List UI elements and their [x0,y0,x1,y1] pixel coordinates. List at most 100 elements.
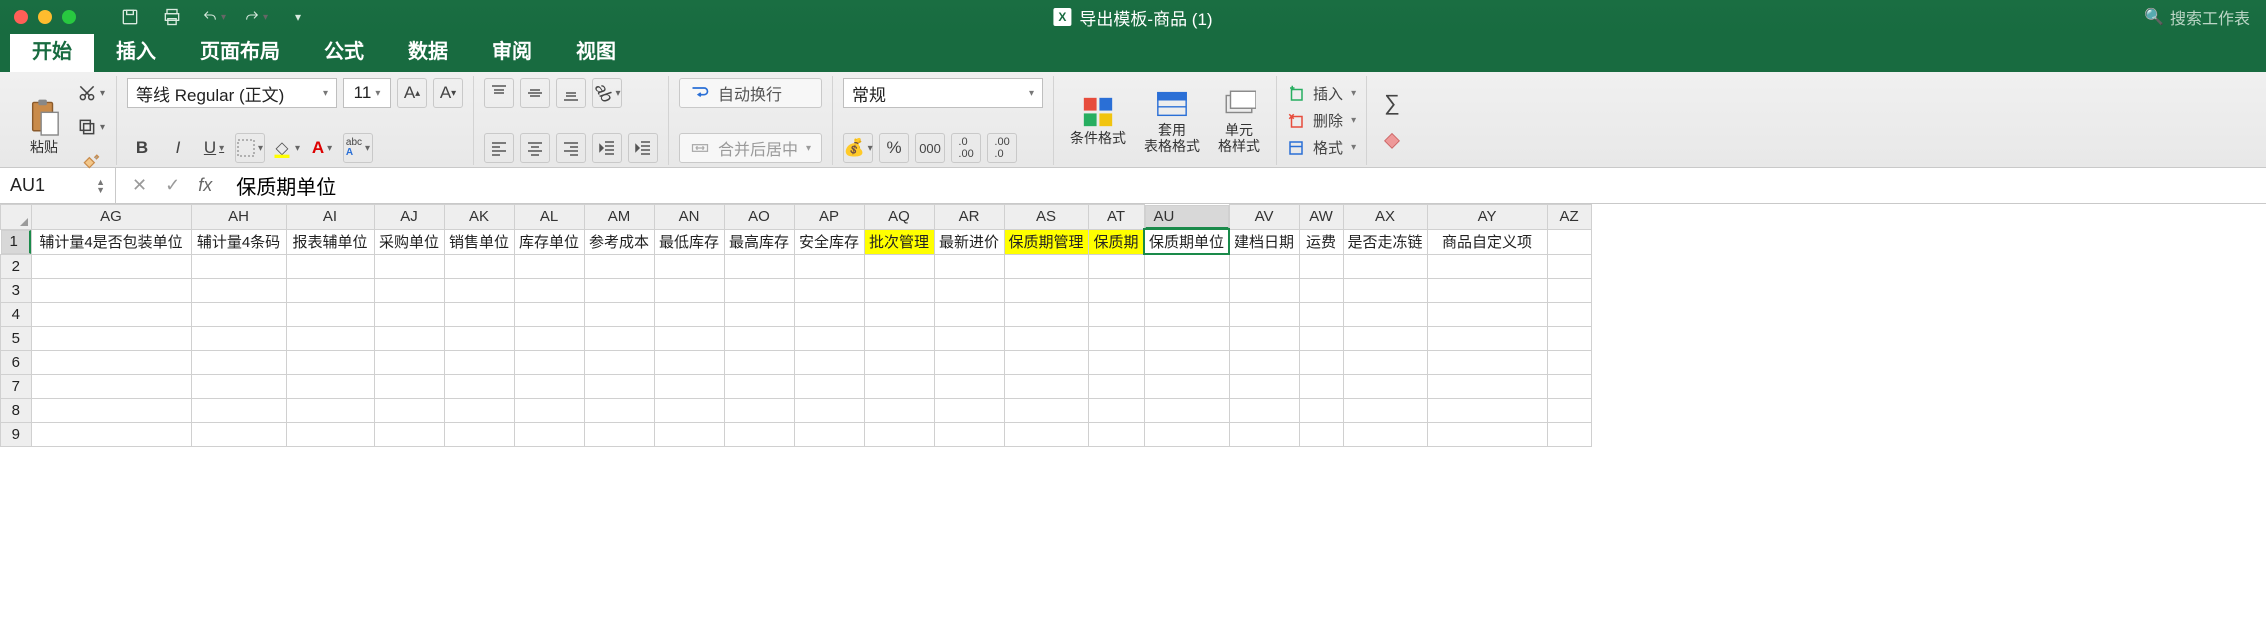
row-header-3[interactable]: 3 [1,278,32,302]
col-header-AW[interactable]: AW [1299,205,1343,230]
cell-AX7[interactable] [1343,374,1427,398]
spreadsheet-grid[interactable]: AGAHAIAJAKALAMANAOAPAQARASATAUAVAWAXAYAZ… [0,204,2266,447]
cell-AP2[interactable] [794,254,864,278]
cell-AS9[interactable] [1004,422,1088,446]
cell-AP1[interactable]: 安全库存 [794,229,864,254]
cell-AH4[interactable] [191,302,286,326]
fill-color-button[interactable] [271,133,301,163]
cell-AL3[interactable] [514,278,584,302]
cell-AG5[interactable] [31,326,191,350]
cell-AK4[interactable] [444,302,514,326]
formula-input[interactable] [228,174,2266,197]
col-header-AG[interactable]: AG [31,205,191,230]
cell-AQ6[interactable] [864,350,934,374]
search-box[interactable]: 🔍 搜索工作表 [2144,5,2250,29]
cell-AW7[interactable] [1299,374,1343,398]
align-center-button[interactable] [520,133,550,163]
row-header-5[interactable]: 5 [1,326,32,350]
cell-AT6[interactable] [1088,350,1144,374]
increase-indent-button[interactable] [628,133,658,163]
col-header-AN[interactable]: AN [654,205,724,230]
cell-AK5[interactable] [444,326,514,350]
cell-AJ5[interactable] [374,326,444,350]
enter-formula-button[interactable]: ✓ [165,175,180,196]
cell-AL2[interactable] [514,254,584,278]
cell-AT1[interactable]: 保质期 [1088,229,1144,254]
cell-AY7[interactable] [1427,374,1547,398]
number-format-selector[interactable]: 常规▾ [843,78,1043,108]
cell-AM5[interactable] [584,326,654,350]
cell-AG9[interactable] [31,422,191,446]
cell-AQ7[interactable] [864,374,934,398]
cell-AW8[interactable] [1299,398,1343,422]
cell-AR8[interactable] [934,398,1004,422]
cell-AM1[interactable]: 参考成本 [584,229,654,254]
cell-AJ7[interactable] [374,374,444,398]
cell-AJ6[interactable] [374,350,444,374]
select-all-corner[interactable] [1,205,32,230]
redo-button[interactable] [244,5,268,29]
cell-AT3[interactable] [1088,278,1144,302]
col-header-AO[interactable]: AO [724,205,794,230]
clear-button[interactable] [1377,124,1407,154]
cell-AR6[interactable] [934,350,1004,374]
cell-AS6[interactable] [1004,350,1088,374]
cell-AK8[interactable] [444,398,514,422]
underline-button[interactable]: U [199,133,229,163]
cell-AU8[interactable] [1144,398,1229,422]
cell-AW4[interactable] [1299,302,1343,326]
cell-AP4[interactable] [794,302,864,326]
font-color-button[interactable]: A [307,133,337,163]
cell-AY1[interactable]: 商品自定义项 [1427,229,1547,254]
cell-style-button[interactable]: 单元 格样式 [1212,85,1266,156]
merge-center-button[interactable]: 合并后居中 ▾ [679,133,822,163]
cell-AM4[interactable] [584,302,654,326]
italic-button[interactable]: I [163,133,193,163]
cell-AI5[interactable] [286,326,374,350]
cell-AU2[interactable] [1144,254,1229,278]
cell-AJ9[interactable] [374,422,444,446]
cell-AZ3[interactable] [1547,278,1591,302]
cell-AQ5[interactable] [864,326,934,350]
cancel-formula-button[interactable]: ✕ [132,175,147,196]
percent-button[interactable]: % [879,133,909,163]
cell-AP7[interactable] [794,374,864,398]
cell-AP8[interactable] [794,398,864,422]
undo-button[interactable] [202,5,226,29]
cell-AH8[interactable] [191,398,286,422]
font-name-selector[interactable]: 等线 Regular (正文)▾ [127,78,337,108]
cell-AG2[interactable] [31,254,191,278]
col-header-AZ[interactable]: AZ [1547,205,1591,230]
row-header-7[interactable]: 7 [1,374,32,398]
cell-AW2[interactable] [1299,254,1343,278]
cell-AK3[interactable] [444,278,514,302]
cell-AK6[interactable] [444,350,514,374]
col-header-AS[interactable]: AS [1004,205,1088,230]
cell-AX9[interactable] [1343,422,1427,446]
cell-AZ9[interactable] [1547,422,1591,446]
cell-AN5[interactable] [654,326,724,350]
cell-AQ2[interactable] [864,254,934,278]
cell-AH3[interactable] [191,278,286,302]
cell-AN2[interactable] [654,254,724,278]
col-header-AL[interactable]: AL [514,205,584,230]
cell-AI7[interactable] [286,374,374,398]
align-middle-button[interactable] [520,78,550,108]
cell-AU3[interactable] [1144,278,1229,302]
cell-AR1[interactable]: 最新进价 [934,229,1004,254]
cell-AH2[interactable] [191,254,286,278]
cell-AY4[interactable] [1427,302,1547,326]
cell-AX1[interactable]: 是否走冻链 [1343,229,1427,254]
cell-AR3[interactable] [934,278,1004,302]
qat-customize-button[interactable]: ▾ [286,5,310,29]
cell-AO4[interactable] [724,302,794,326]
cell-AR4[interactable] [934,302,1004,326]
align-top-button[interactable] [484,78,514,108]
col-header-AY[interactable]: AY [1427,205,1547,230]
cell-AV5[interactable] [1229,326,1299,350]
cell-AS4[interactable] [1004,302,1088,326]
cell-AH7[interactable] [191,374,286,398]
copy-button[interactable] [76,112,106,142]
cell-AH1[interactable]: 辅计量4条码 [191,229,286,254]
cell-AN8[interactable] [654,398,724,422]
